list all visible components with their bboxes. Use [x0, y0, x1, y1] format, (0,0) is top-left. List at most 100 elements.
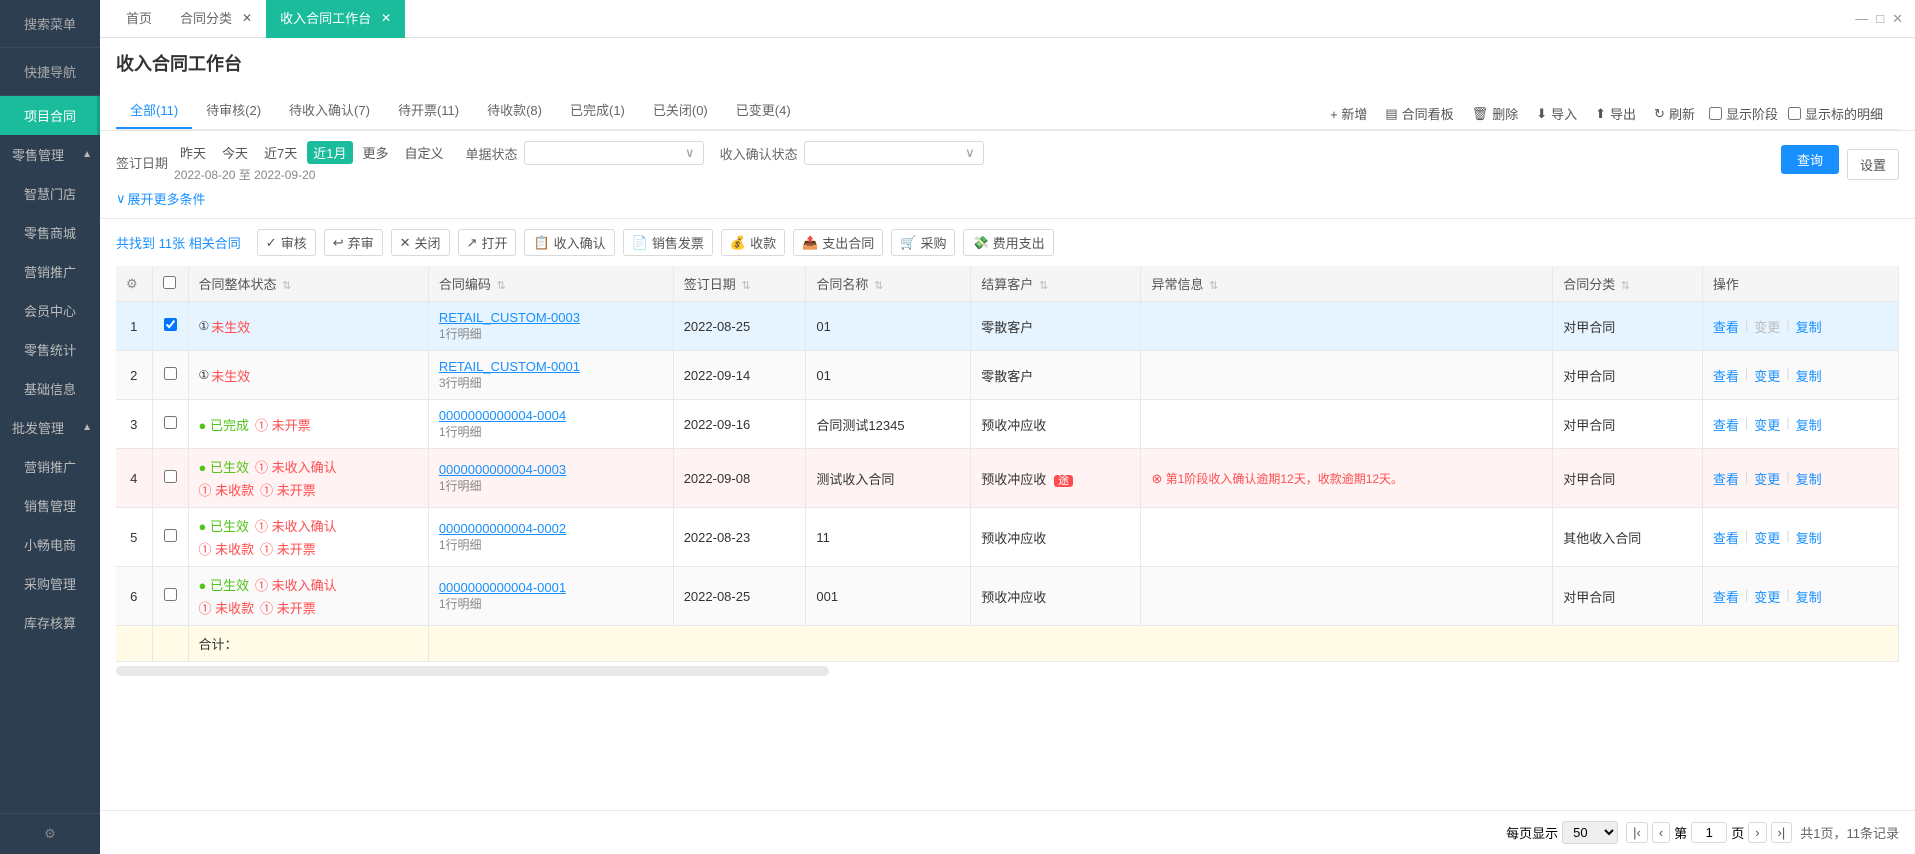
sales-invoice-button[interactable]: 📄 销售发票: [623, 229, 713, 256]
view-link[interactable]: 查看: [1713, 366, 1739, 385]
edit-link[interactable]: 变更: [1754, 469, 1780, 488]
sidebar-item-inventory[interactable]: 库存核算: [0, 603, 100, 642]
sort-icon[interactable]: ⇅: [496, 280, 505, 292]
export-button[interactable]: ⬆ 导出: [1591, 102, 1640, 125]
sort-icon[interactable]: ⇅: [874, 280, 883, 292]
sub-tab-closed[interactable]: 已关闭(0): [639, 92, 722, 129]
sidebar-item-ecommerce[interactable]: 小畅电商: [0, 525, 100, 564]
show-details-input[interactable]: [1788, 107, 1801, 120]
sub-tab-pending-review[interactable]: 待审核(2): [192, 92, 275, 129]
sub-tab-done[interactable]: 已完成(1): [556, 92, 639, 129]
copy-link[interactable]: 复制: [1796, 587, 1822, 606]
sort-icon[interactable]: ⇅: [1209, 280, 1218, 292]
sort-icon[interactable]: ⇅: [1039, 280, 1048, 292]
date-opt-yesterday[interactable]: 昨天: [174, 141, 212, 164]
sidebar-item-member[interactable]: 会员中心: [0, 291, 100, 330]
date-opt-today[interactable]: 今天: [216, 141, 254, 164]
refresh-button[interactable]: ↻ 刷新: [1650, 102, 1699, 125]
edit-link[interactable]: 变更: [1754, 528, 1780, 547]
open-contract-button[interactable]: ↗ 打开: [458, 229, 517, 256]
minimize-icon[interactable]: —: [1855, 11, 1868, 27]
contract-board-button[interactable]: ▤ 合同看板: [1381, 102, 1457, 125]
tab-income-contract-close[interactable]: ✕: [381, 11, 391, 25]
scrollbar-horizontal[interactable]: [116, 666, 829, 676]
prev-page-button[interactable]: ‹: [1652, 822, 1670, 843]
td-checkbox[interactable]: [152, 302, 188, 351]
td-checkbox[interactable]: [152, 567, 188, 626]
copy-link[interactable]: 复制: [1796, 366, 1822, 385]
tab-contract-category[interactable]: 合同分类 ✕: [166, 0, 266, 38]
show-details-checkbox[interactable]: 显示标的明细: [1788, 104, 1883, 123]
query-button[interactable]: 查询: [1781, 145, 1839, 174]
close-icon[interactable]: ✕: [1892, 11, 1903, 27]
td-checkbox[interactable]: [152, 351, 188, 400]
income-confirm-button[interactable]: 📋 收入确认: [524, 229, 614, 256]
show-segments-input[interactable]: [1709, 107, 1722, 120]
tab-contract-category-close[interactable]: ✕: [242, 11, 252, 25]
sidebar-item-project-contract[interactable]: 项目合同: [0, 96, 100, 135]
sidebar-item-retail-mall[interactable]: 零售商城: [0, 213, 100, 252]
select-all-checkbox[interactable]: [163, 276, 176, 289]
first-page-button[interactable]: |‹: [1626, 822, 1648, 843]
delete-button[interactable]: 🗑 删除: [1468, 102, 1523, 125]
sort-icon[interactable]: ⇅: [741, 280, 750, 292]
setting-button[interactable]: 设置: [1847, 149, 1899, 180]
page-number-input[interactable]: [1691, 822, 1727, 843]
copy-link[interactable]: 复制: [1796, 317, 1822, 336]
td-checkbox[interactable]: [152, 508, 188, 567]
row-checkbox[interactable]: [164, 529, 177, 542]
abandon-button[interactable]: ↩ 弃审: [324, 229, 383, 256]
td-checkbox[interactable]: [152, 400, 188, 449]
view-link[interactable]: 查看: [1713, 528, 1739, 547]
sidebar-item-sales-mgmt[interactable]: 销售管理: [0, 486, 100, 525]
sub-tab-all[interactable]: 全部(11): [116, 92, 192, 129]
sidebar-settings[interactable]: ⚙: [0, 813, 100, 854]
row-checkbox[interactable]: [164, 470, 177, 483]
doc-status-select[interactable]: ∨: [524, 141, 704, 165]
sort-icon[interactable]: ⇅: [282, 280, 291, 292]
sidebar-item-marketing2[interactable]: 营销推广: [0, 447, 100, 486]
purchase-button[interactable]: 🛒 采购: [891, 229, 955, 256]
edit-link[interactable]: 变更: [1754, 317, 1780, 336]
copy-link[interactable]: 复制: [1796, 528, 1822, 547]
sidebar-item-purchase[interactable]: 采购管理: [0, 564, 100, 603]
copy-link[interactable]: 复制: [1796, 415, 1822, 434]
contract-code-link[interactable]: 0000000000004-0004: [439, 408, 566, 423]
close-contract-button[interactable]: ✕ 关闭: [391, 229, 450, 256]
expense-button[interactable]: 💸 费用支出: [963, 229, 1053, 256]
contract-code-link[interactable]: 0000000000004-0001: [439, 580, 566, 595]
sub-tab-pending-invoice[interactable]: 待开票(11): [384, 92, 473, 129]
sidebar-item-smart-store[interactable]: 智慧门店: [0, 174, 100, 213]
expand-button[interactable]: ∨ 展开更多条件: [116, 189, 1899, 208]
last-page-button[interactable]: ›|: [1771, 822, 1793, 843]
sub-tab-pending-income-confirm[interactable]: 待收入确认(7): [275, 92, 384, 129]
sidebar-search[interactable]: 搜索菜单: [0, 0, 100, 48]
maximize-icon[interactable]: □: [1876, 11, 1884, 27]
row-checkbox[interactable]: [164, 588, 177, 601]
contract-code-link[interactable]: RETAIL_CUSTOM-0003: [439, 310, 580, 325]
show-segments-checkbox[interactable]: 显示阶段: [1709, 104, 1778, 123]
tab-home[interactable]: 首页: [112, 0, 166, 38]
date-opt-7days[interactable]: 近7天: [258, 141, 303, 164]
copy-link[interactable]: 复制: [1796, 469, 1822, 488]
sub-tab-changed[interactable]: 已变更(4): [722, 92, 805, 129]
date-opt-custom[interactable]: 自定义: [399, 141, 450, 164]
edit-link[interactable]: 变更: [1754, 366, 1780, 385]
view-link[interactable]: 查看: [1713, 469, 1739, 488]
edit-link[interactable]: 变更: [1754, 415, 1780, 434]
income-confirm-select[interactable]: ∨: [804, 141, 984, 165]
row-checkbox[interactable]: [164, 367, 177, 380]
approve-button[interactable]: ✓ 审核: [257, 229, 316, 256]
expenditure-button[interactable]: 📤 支出合同: [793, 229, 883, 256]
row-checkbox[interactable]: [164, 318, 177, 331]
view-link[interactable]: 查看: [1713, 415, 1739, 434]
contract-code-link[interactable]: RETAIL_CUSTOM-0001: [439, 359, 580, 374]
import-button[interactable]: ⬇ 导入: [1532, 102, 1581, 125]
view-link[interactable]: 查看: [1713, 587, 1739, 606]
sub-tab-pending-collection[interactable]: 待收款(8): [473, 92, 556, 129]
sidebar-item-basic-info[interactable]: 基础信息: [0, 369, 100, 408]
sidebar-item-marketing[interactable]: 营销推广: [0, 252, 100, 291]
sidebar-item-retail-mgmt[interactable]: 零售管理 ▲: [0, 135, 100, 174]
tab-income-contract[interactable]: 收入合同工作台 ✕: [266, 0, 405, 38]
view-link[interactable]: 查看: [1713, 317, 1739, 336]
